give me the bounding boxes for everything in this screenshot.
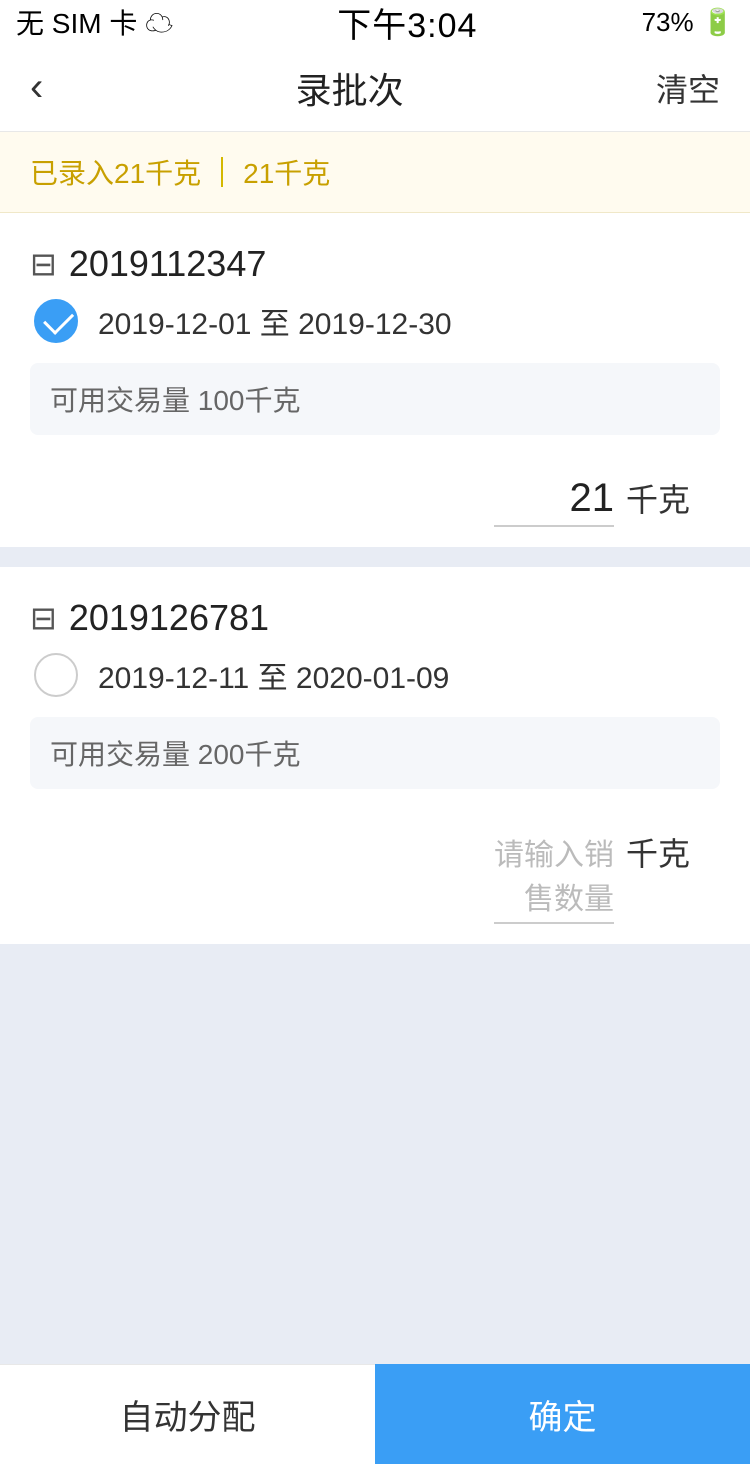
batch-date-range-2: 2019-12-11 至 2020-01-09: [98, 653, 449, 697]
batch-card-2: ⊟ 2019126781 2019-12-11 至 2020-01-09 可用交…: [0, 567, 750, 944]
batch-radio-2[interactable]: [34, 653, 78, 697]
battery-status: 73%: [642, 7, 694, 38]
amount-input-1[interactable]: 21: [494, 476, 614, 521]
info-bar: 已录入21千克 21千克: [0, 132, 750, 213]
available-box-1: 可用交易量 100千克: [30, 363, 720, 435]
recorded-amount-label: 已录入21千克: [30, 152, 201, 192]
batch-id-1: 2019112347: [69, 243, 267, 285]
amount-input-2[interactable]: 请输入销售数量: [494, 830, 614, 918]
page-title: 录批次: [296, 62, 404, 114]
recorded-amount-value: 21千克: [243, 152, 330, 192]
clear-button[interactable]: 清空: [656, 65, 720, 111]
sim-status: 无 SIM 卡 ☁: [16, 2, 173, 42]
battery-icon: 🔋: [702, 7, 734, 38]
status-bar: 无 SIM 卡 ☁ 下午3:04 73% 🔋: [0, 0, 750, 44]
info-divider: [221, 157, 223, 187]
amount-unit-1: 千克: [626, 475, 690, 521]
batch-card-1: ⊟ 2019112347 2019-12-01 至 2019-12-30 可用交…: [0, 213, 750, 547]
auto-assign-button[interactable]: 自动分配: [0, 1364, 375, 1464]
status-left: 无 SIM 卡 ☁: [16, 2, 173, 42]
nav-bar: ‹ 录批次 清空: [0, 44, 750, 132]
bottom-bar: 自动分配 确定: [0, 1364, 750, 1464]
available-box-2: 可用交易量 200千克: [30, 717, 720, 789]
back-button[interactable]: ‹: [30, 65, 43, 110]
confirm-button[interactable]: 确定: [375, 1364, 750, 1464]
available-text-1: 可用交易量 100千克: [50, 385, 301, 416]
status-time: 下午3:04: [337, 0, 477, 47]
batch-id-2: 2019126781: [69, 597, 269, 639]
available-text-2: 可用交易量 200千克: [50, 739, 301, 770]
empty-area: [0, 964, 750, 1364]
batch-icon-2: ⊟: [30, 599, 57, 637]
batch-icon-1: ⊟: [30, 245, 57, 283]
section-divider-2: [0, 944, 750, 964]
amount-unit-2: 千克: [626, 829, 690, 875]
section-divider-1: [0, 547, 750, 567]
batch-date-range-1: 2019-12-01 至 2019-12-30: [98, 299, 452, 343]
status-right: 73% 🔋: [642, 7, 734, 38]
batch-radio-1[interactable]: [34, 299, 78, 343]
